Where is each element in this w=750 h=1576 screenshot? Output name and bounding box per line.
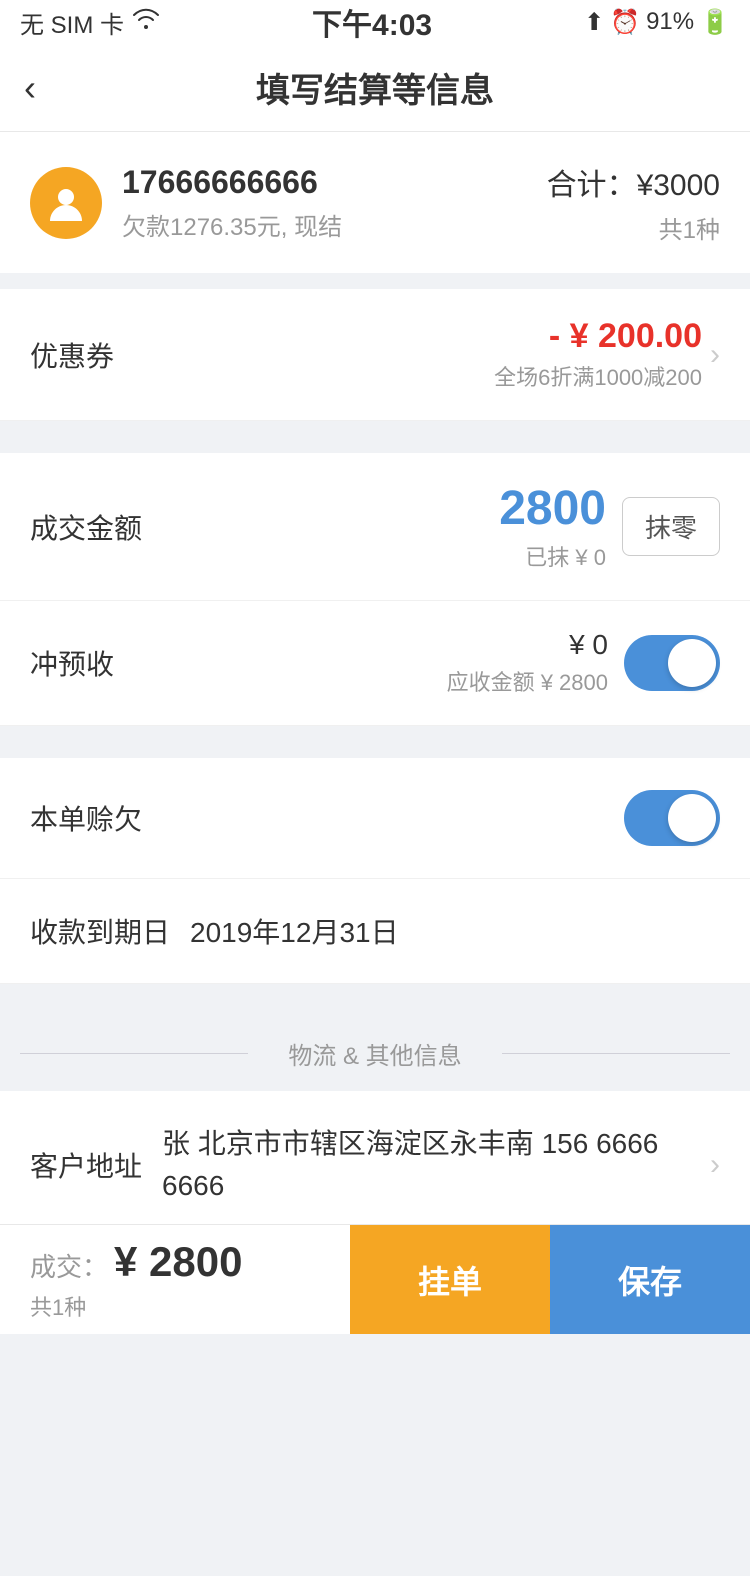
prepay-row: 冲预收 ¥ 0 应收金额 ¥ 2800 — [0, 601, 750, 726]
prepay-label: 冲预收 — [30, 643, 114, 683]
avatar — [30, 167, 102, 239]
bottom-count: 共1种 — [30, 1290, 320, 1322]
back-button[interactable]: ‹ — [24, 67, 36, 109]
hold-button[interactable]: 挂单 — [350, 1225, 550, 1334]
status-time: 下午4:03 — [312, 0, 432, 44]
battery-text: 91% — [646, 8, 694, 36]
deal-right: 2800 已抹 ¥ 0 抹零 — [499, 481, 720, 572]
customer-phone: 17666666666 — [122, 164, 342, 201]
sep-line-right — [502, 1053, 730, 1054]
total-label: 合计： — [547, 169, 637, 202]
wifi-icon — [132, 8, 160, 37]
customer-debt: 欠款1276.35元, 现结 — [122, 207, 342, 242]
due-date-value: 2019年12月31日 — [190, 911, 399, 951]
battery-icon: 🔋 — [700, 8, 730, 37]
deal-label: 成交金额 — [30, 507, 142, 547]
address-label: 客户地址 — [30, 1145, 142, 1185]
address-row[interactable]: 客户地址 张 北京市市辖区海淀区永丰南 156 6666 6666 › — [0, 1091, 750, 1240]
logistics-sep-text: 物流 & 其他信息 — [288, 1036, 461, 1071]
status-left: 无 SIM 卡 — [20, 5, 160, 40]
due-date-row: 收款到期日 2019年12月31日 — [0, 879, 750, 984]
debt-label: 本单赊欠 — [30, 798, 142, 838]
nav-bar: ‹ 填写结算等信息 — [0, 44, 750, 132]
prepay-sub: 应收金额 ¥ 2800 — [447, 665, 608, 697]
alarm-icon: ⏰ — [610, 8, 640, 37]
page-title: 填写结算等信息 — [256, 63, 494, 112]
deal-amount-value: 2800 — [499, 481, 606, 536]
status-right: ⬆ ⏰ 91% 🔋 — [584, 8, 730, 37]
sep-line-left — [20, 1053, 248, 1054]
round-zero-button[interactable]: 抹零 — [622, 497, 720, 556]
debt-row: 本单赊欠 — [0, 758, 750, 879]
coupon-label: 优惠券 — [30, 335, 114, 375]
customer-left: 17666666666 欠款1276.35元, 现结 — [30, 164, 342, 242]
coupon-row[interactable]: 优惠券 - ¥ 200.00 全场6折满1000减200 › — [0, 289, 750, 421]
logistics-separator: 物流 & 其他信息 — [0, 1016, 750, 1091]
toggle-knob — [668, 639, 716, 687]
coupon-value-col: - ¥ 200.00 全场6折满1000减200 — [494, 317, 702, 392]
deal-sub: 已抹 ¥ 0 — [499, 540, 606, 572]
total-value: ¥3000 — [637, 169, 720, 202]
deal-amount-col: 2800 已抹 ¥ 0 — [499, 481, 606, 572]
debt-toggle-knob — [668, 794, 716, 842]
address-section: 客户地址 张 北京市市辖区海淀区永丰南 156 6666 6666 › — [0, 1091, 750, 1240]
coupon-right: - ¥ 200.00 全场6折满1000减200 › — [494, 317, 720, 392]
due-date-label: 收款到期日 — [30, 911, 170, 951]
bottom-deal-amount: ¥ 2800 — [114, 1238, 242, 1286]
customer-info: 17666666666 欠款1276.35元, 现结 — [122, 164, 342, 242]
debt-section: 本单赊欠 收款到期日 2019年12月31日 — [0, 758, 750, 984]
coupon-amount: - ¥ 200.00 — [494, 317, 702, 356]
total-amount: 合计：¥3000 — [547, 160, 720, 204]
status-bar: 无 SIM 卡 下午4:03 ⬆ ⏰ 91% 🔋 — [0, 0, 750, 44]
customer-card: 17666666666 欠款1276.35元, 现结 合计：¥3000 共1种 — [0, 132, 750, 273]
address-value: 张 北京市市辖区海淀区永丰南 156 6666 6666 — [162, 1123, 710, 1207]
coupon-desc: 全场6折满1000减200 — [494, 360, 702, 392]
content: 17666666666 欠款1276.35元, 现结 合计：¥3000 共1种 … — [0, 132, 750, 1576]
no-sim-text: 无 SIM 卡 — [20, 5, 124, 40]
bottom-deal-label: 成交： — [30, 1247, 108, 1284]
bottom-bar: 成交： ¥ 2800 共1种 挂单 保存 — [0, 1224, 750, 1334]
deal-section: 成交金额 2800 已抹 ¥ 0 抹零 冲预收 ¥ 0 应收金额 ¥ 2800 — [0, 453, 750, 726]
debt-toggle[interactable] — [624, 790, 720, 846]
location-icon: ⬆ — [584, 8, 604, 37]
customer-right: 合计：¥3000 共1种 — [547, 160, 720, 245]
bottom-deal-row: 成交： ¥ 2800 — [30, 1238, 320, 1286]
save-button[interactable]: 保存 — [550, 1225, 750, 1334]
prepay-right: ¥ 0 应收金额 ¥ 2800 — [447, 629, 720, 697]
coupon-section: 优惠券 - ¥ 200.00 全场6折满1000减200 › — [0, 289, 750, 421]
address-chevron-icon: › — [710, 1148, 720, 1182]
prepay-amount-col: ¥ 0 应收金额 ¥ 2800 — [447, 629, 608, 697]
chevron-right-icon: › — [710, 338, 720, 372]
divider-1 — [0, 437, 750, 453]
bottom-info: 成交： ¥ 2800 共1种 — [0, 1225, 350, 1334]
divider-3 — [0, 1000, 750, 1016]
divider-2 — [0, 742, 750, 758]
total-count: 共1种 — [547, 210, 720, 245]
prepay-amount: ¥ 0 — [447, 629, 608, 661]
deal-amount-row: 成交金额 2800 已抹 ¥ 0 抹零 — [0, 453, 750, 601]
prepay-toggle[interactable] — [624, 635, 720, 691]
